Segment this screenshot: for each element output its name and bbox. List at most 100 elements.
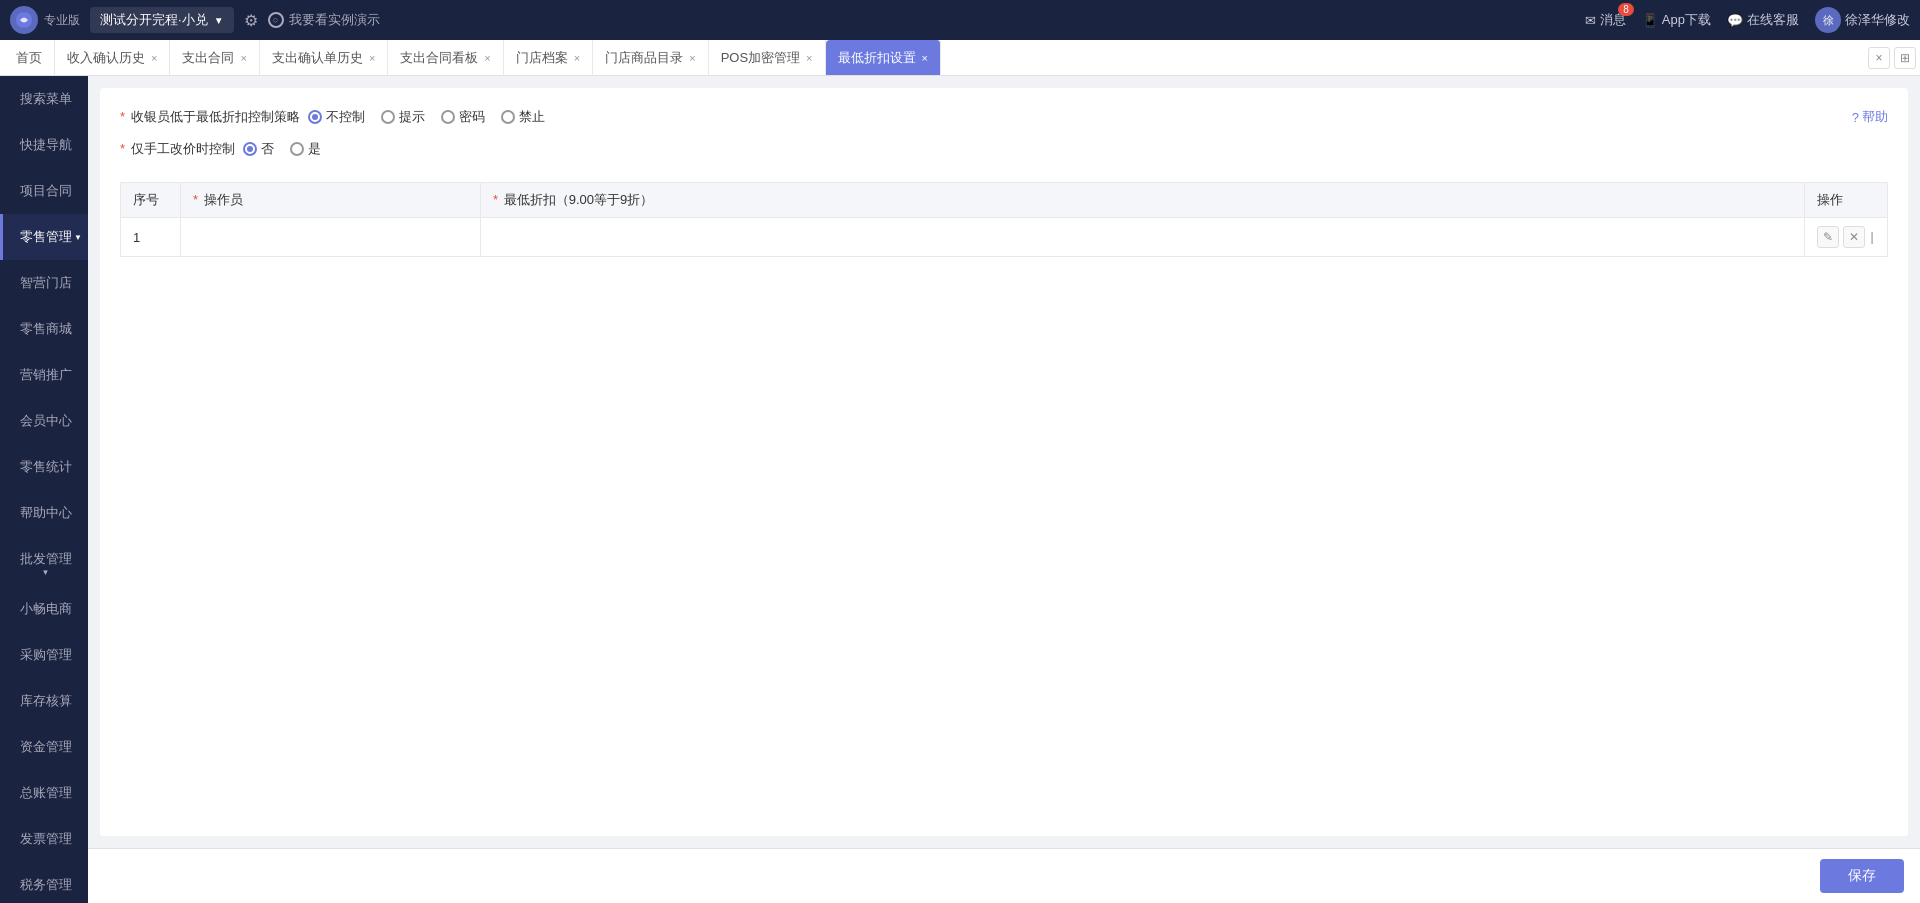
discount-control-row: * 收银员低于最低折扣控制策略 不控制 提示 密码 (120, 108, 1888, 126)
sidebar-item-search[interactable]: 搜索菜单 (0, 76, 88, 122)
tab-expense-contract-board-label: 支出合同看板 (400, 49, 478, 67)
edit-row-button[interactable]: ✎ (1817, 226, 1839, 248)
sidebar-ecommerce-label: 小畅电商 (20, 600, 72, 618)
sidebar-finance-label: 资金管理 (20, 738, 72, 756)
col-header-seq: 序号 (121, 183, 181, 218)
sidebar-item-finance[interactable]: 资金管理 (0, 724, 88, 770)
sidebar-member-label: 会员中心 (20, 412, 72, 430)
sidebar-item-retail-mall[interactable]: 零售商城 (0, 306, 88, 352)
demo-button[interactable]: ○ 我要看实例演示 (268, 11, 380, 29)
sidebar-purchase-label: 采购管理 (20, 646, 72, 664)
radio-remind-label: 提示 (399, 108, 425, 126)
sidebar-item-inventory[interactable]: 库存核算 (0, 678, 88, 724)
project-selector[interactable]: 测试分开完程·小兑 ▼ (90, 7, 234, 33)
sidebar-item-ledger[interactable]: 总账管理 (0, 770, 88, 816)
topbar-right: ✉ 消息 8 📱 App下载 💬 在线客服 徐 徐泽华修改 (1585, 7, 1910, 33)
tab-store-archive-close[interactable]: × (574, 52, 580, 64)
topbar-left: 专业版 测试分开完程·小兑 ▼ ⚙ ○ 我要看实例演示 (10, 6, 380, 34)
radio-forbid[interactable]: 禁止 (501, 108, 545, 126)
tab-min-discount-label: 最低折扣设置 (838, 49, 916, 67)
sidebar-item-marketing[interactable]: 营销推广 (0, 352, 88, 398)
tab-income-history[interactable]: 收入确认历史 × (55, 40, 170, 76)
tab-pos-encrypt[interactable]: POS加密管理 × (709, 40, 826, 76)
manual-price-label: * 仅手工改价时控制 (120, 140, 235, 158)
tab-home[interactable]: 首页 (4, 40, 55, 76)
manual-price-row: * 仅手工改价时控制 否 是 (120, 140, 1888, 158)
support-icon: 💬 (1727, 13, 1743, 28)
tab-pos-encrypt-close[interactable]: × (806, 52, 812, 64)
sidebar-retail-mall-label: 零售商城 (20, 320, 72, 338)
delete-row-button[interactable]: ✕ (1843, 226, 1865, 248)
col-header-operator: * 操作员 (181, 183, 481, 218)
scroll-handle: | (1869, 226, 1875, 248)
sidebar-item-tax[interactable]: 税务管理 (0, 862, 88, 903)
user-menu[interactable]: 徐 徐泽华修改 (1815, 7, 1910, 33)
save-button[interactable]: 保存 (1820, 859, 1904, 893)
radio-remind-circle (381, 110, 395, 124)
col-header-action: 操作 (1805, 183, 1888, 218)
tab-income-history-label: 收入确认历史 (67, 49, 145, 67)
help-link[interactable]: ? 帮助 (1852, 108, 1888, 126)
radio-yes-circle (290, 142, 304, 156)
tab-min-discount[interactable]: 最低折扣设置 × (826, 40, 941, 76)
radio-remind[interactable]: 提示 (381, 108, 425, 126)
page-card: * 收银员低于最低折扣控制策略 不控制 提示 密码 (100, 88, 1908, 836)
sidebar-item-help[interactable]: 帮助中心 (0, 490, 88, 536)
tab-store-products[interactable]: 门店商品目录 × (593, 40, 708, 76)
demo-circle-icon: ○ (268, 12, 284, 28)
tab-expense-confirm-history-close[interactable]: × (369, 52, 375, 64)
sidebar-tax-label: 税务管理 (20, 876, 72, 894)
sidebar-item-retail-stats[interactable]: 零售统计 (0, 444, 88, 490)
radio-password[interactable]: 密码 (441, 108, 485, 126)
table-header-row: 序号 * 操作员 * 最低折扣（9.00等于9折） 操作 (121, 183, 1888, 218)
sidebar-retail-stats-label: 零售统计 (20, 458, 72, 476)
topbar: 专业版 测试分开完程·小兑 ▼ ⚙ ○ 我要看实例演示 ✉ 消息 8 📱 App… (0, 0, 1920, 40)
radio-no-control[interactable]: 不控制 (308, 108, 365, 126)
tab-expense-contract-close[interactable]: × (240, 52, 246, 64)
tab-close-button[interactable]: × (1868, 47, 1890, 69)
sidebar-item-smart-store[interactable]: 智营门店 (0, 260, 88, 306)
tab-pos-encrypt-label: POS加密管理 (721, 49, 800, 67)
settings-icon[interactable]: ⚙ (244, 11, 258, 30)
discount-table-wrapper: 序号 * 操作员 * 最低折扣（9.00等于9折） 操作 1 (120, 172, 1888, 257)
sidebar: 搜索菜单 快捷导航 项目合同 零售管理 智营门店 零售商城 营销推广 会员中心 … (0, 76, 88, 903)
app-download-button[interactable]: 📱 App下载 (1642, 11, 1711, 29)
radio-password-label: 密码 (459, 108, 485, 126)
manual-price-options: 否 是 (243, 140, 321, 158)
radio-forbid-circle (501, 110, 515, 124)
tab-store-products-close[interactable]: × (689, 52, 695, 64)
tab-expense-contract-board[interactable]: 支出合同看板 × (388, 40, 503, 76)
tab-menu-button[interactable]: ⊞ (1894, 47, 1916, 69)
tab-expense-contract[interactable]: 支出合同 × (170, 40, 259, 76)
app-label: App下载 (1662, 11, 1711, 29)
tab-store-archive-label: 门店档案 (516, 49, 568, 67)
radio-no-label: 否 (261, 140, 274, 158)
radio-yes[interactable]: 是 (290, 140, 321, 158)
sidebar-item-purchase[interactable]: 采购管理 (0, 632, 88, 678)
tab-expense-contract-board-close[interactable]: × (484, 52, 490, 64)
tab-store-archive[interactable]: 门店档案 × (504, 40, 593, 76)
tab-income-history-close[interactable]: × (151, 52, 157, 64)
tab-min-discount-close[interactable]: × (922, 52, 928, 64)
main-layout: 搜索菜单 快捷导航 项目合同 零售管理 智营门店 零售商城 营销推广 会员中心 … (0, 76, 1920, 903)
message-button[interactable]: ✉ 消息 8 (1585, 11, 1626, 29)
sidebar-retail-label: 零售管理 (20, 228, 72, 246)
user-name: 徐泽华修改 (1845, 11, 1910, 29)
col-header-discount: * 最低折扣（9.00等于9折） (481, 183, 1805, 218)
sidebar-item-contract[interactable]: 项目合同 (0, 168, 88, 214)
tabbar: 首页 收入确认历史 × 支出合同 × 支出确认单历史 × 支出合同看板 × 门店… (0, 40, 1920, 76)
radio-no[interactable]: 否 (243, 140, 274, 158)
required-star-1: * (120, 109, 125, 124)
message-badge: 8 (1618, 3, 1634, 16)
support-button[interactable]: 💬 在线客服 (1727, 11, 1799, 29)
sidebar-item-invoice[interactable]: 发票管理 (0, 816, 88, 862)
sidebar-item-nav[interactable]: 快捷导航 (0, 122, 88, 168)
tab-expense-confirm-history[interactable]: 支出确认单历史 × (260, 40, 388, 76)
sidebar-item-wholesale[interactable]: 批发管理 ▼ (0, 540, 88, 586)
sidebar-item-ecommerce[interactable]: 小畅电商 (0, 586, 88, 632)
sidebar-wholesale-arrow: ▼ (42, 568, 50, 577)
sidebar-item-member[interactable]: 会员中心 (0, 398, 88, 444)
sidebar-item-retail[interactable]: 零售管理 (0, 214, 88, 260)
topbar-logo: 专业版 (10, 6, 80, 34)
help-label: 帮助 (1862, 108, 1888, 126)
